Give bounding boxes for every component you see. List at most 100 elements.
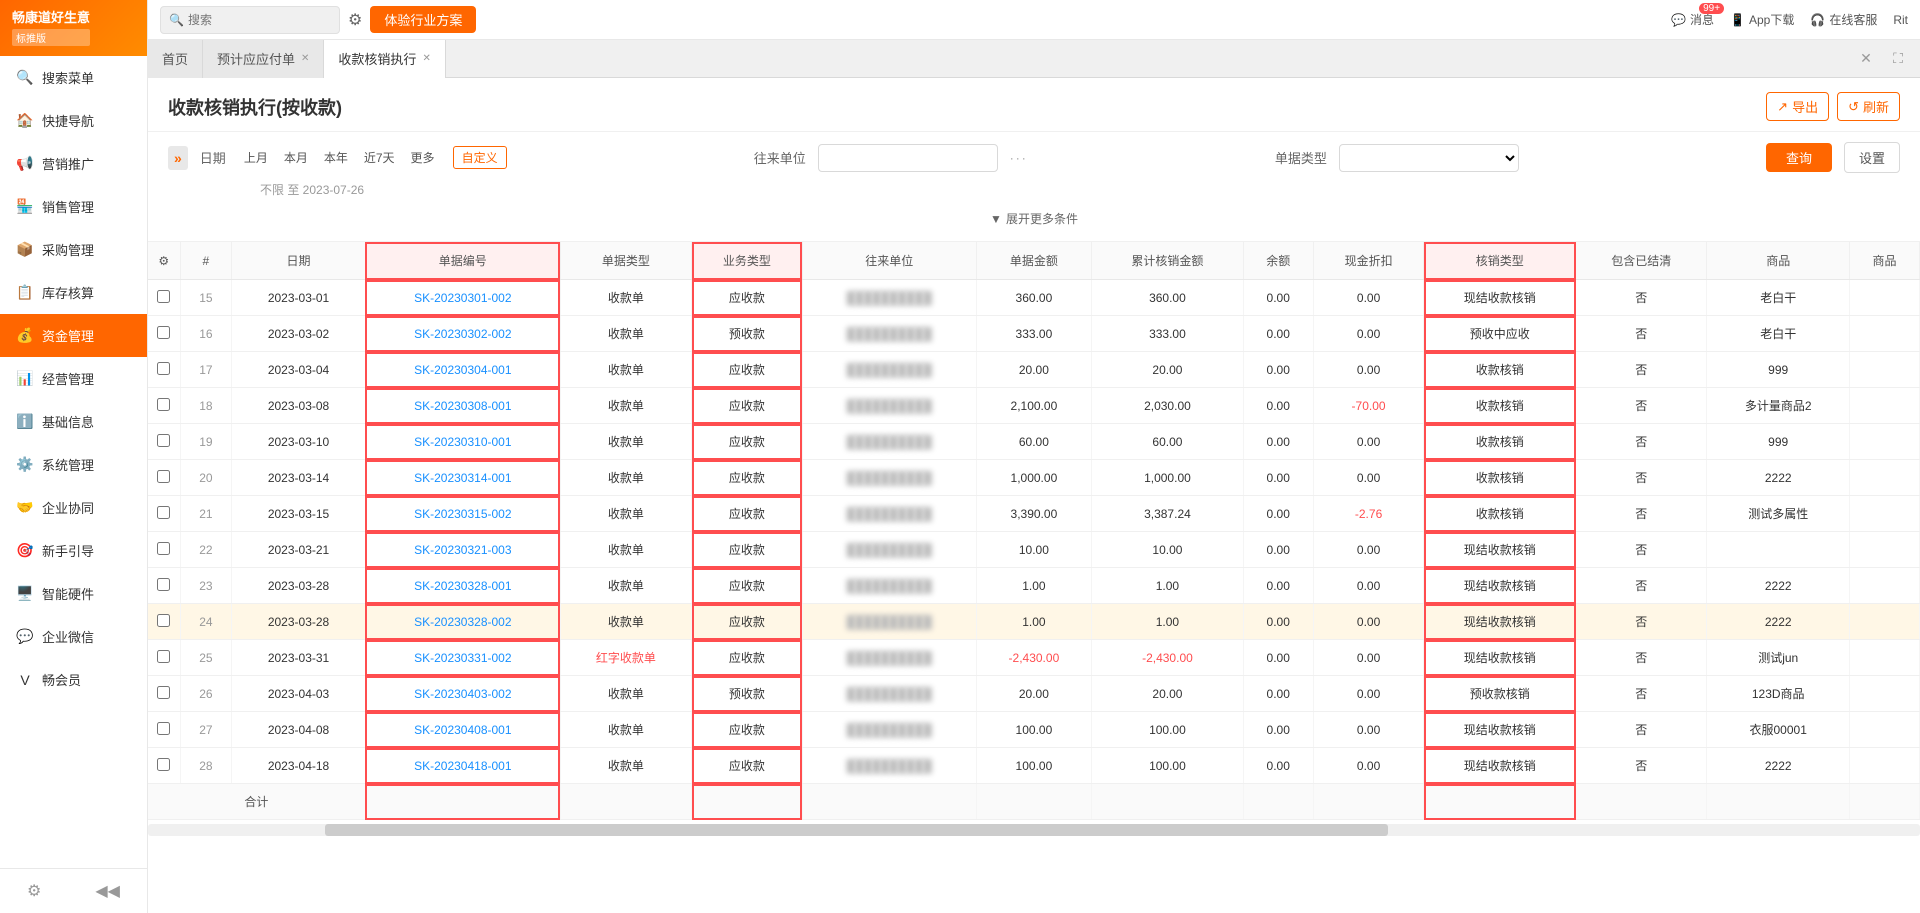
sidebar-item-quick-nav[interactable]: 🏠快捷导航 xyxy=(0,99,147,142)
tab-prepaid-label: 预计应应付单 xyxy=(217,49,295,68)
sidebar-item-purchase[interactable]: 📦采购管理 xyxy=(0,228,147,271)
td-checkbox[interactable] xyxy=(148,604,180,640)
sidebar-item-member[interactable]: V畅会员 xyxy=(0,658,147,701)
sidebar-settings-icon[interactable]: ⚙ xyxy=(19,877,49,905)
tab-collection-close[interactable]: ✕ xyxy=(422,53,430,64)
td-checkbox[interactable] xyxy=(148,388,180,424)
td-total-write-off: 1.00 xyxy=(1092,604,1244,640)
sidebar-item-wechat[interactable]: 💬企业微信 xyxy=(0,615,147,658)
bill-no-link[interactable]: SK-20230403-002 xyxy=(414,687,511,701)
tab-prepaid-close[interactable]: ✕ xyxy=(301,53,309,64)
td-checkbox[interactable] xyxy=(148,676,180,712)
sidebar-item-sales[interactable]: 🏪销售管理 xyxy=(0,185,147,228)
filter-partner-input[interactable] xyxy=(818,144,998,172)
bill-no-link[interactable]: SK-20230408-001 xyxy=(414,723,511,737)
inventory-icon: 📋 xyxy=(16,284,34,301)
td-bill-type: 收款单 xyxy=(560,712,691,748)
bill-no-link[interactable]: SK-20230315-002 xyxy=(414,507,511,521)
td-goods2 xyxy=(1850,352,1920,388)
td-checkbox[interactable] xyxy=(148,424,180,460)
sidebar-item-system[interactable]: ⚙️系统管理 xyxy=(0,443,147,486)
td-write-off-type: 现结收款核销 xyxy=(1424,532,1576,568)
online-service-button[interactable]: 🎧 在线客服 xyxy=(1810,11,1877,28)
export-button[interactable]: ↗ 导出 xyxy=(1766,92,1829,121)
td-checkbox[interactable] xyxy=(148,496,180,532)
filter-this-month[interactable]: 本月 xyxy=(278,147,314,168)
td-checkbox[interactable] xyxy=(148,712,180,748)
sidebar-collapse-icon[interactable]: ◀◀ xyxy=(87,877,128,905)
filter-7days[interactable]: 近7天 xyxy=(358,147,401,168)
sidebar-item-hardware[interactable]: 🖥️智能硬件 xyxy=(0,572,147,615)
app-download-button[interactable]: 📱 App下载 xyxy=(1730,11,1794,28)
bill-no-link[interactable]: SK-20230308-001 xyxy=(414,399,511,413)
sidebar-item-guide[interactable]: 🎯新手引导 xyxy=(0,529,147,572)
sidebar-item-operation[interactable]: 📊经营管理 xyxy=(0,357,147,400)
bill-no-link[interactable]: SK-20230310-001 xyxy=(414,435,511,449)
td-index: 26 xyxy=(180,676,232,712)
td-checkbox[interactable] xyxy=(148,748,180,784)
td-checkbox[interactable] xyxy=(148,640,180,676)
filter-this-year[interactable]: 本年 xyxy=(318,147,354,168)
filter-setting-button[interactable]: 设置 xyxy=(1844,142,1900,173)
td-date: 2023-03-02 xyxy=(232,316,366,352)
td-checkbox[interactable] xyxy=(148,460,180,496)
table-row: 17 2023-03-04 SK-20230304-001 收款单 应收款 ██… xyxy=(148,352,1920,388)
message-button[interactable]: 💬 消息 99+ xyxy=(1671,11,1714,28)
filter-expand-more-button[interactable]: ▼ 展开更多条件 xyxy=(990,210,1078,227)
filter-more[interactable]: 更多 xyxy=(405,147,441,168)
bill-no-link[interactable]: SK-20230302-002 xyxy=(414,327,511,341)
td-checkbox[interactable] xyxy=(148,532,180,568)
tab-expand-icon[interactable]: ⛶ xyxy=(1884,45,1912,73)
bill-no-link[interactable]: SK-20230314-001 xyxy=(414,471,511,485)
filter-query-button[interactable]: 查询 xyxy=(1766,143,1832,172)
refresh-button[interactable]: ↺ 刷新 xyxy=(1837,92,1900,121)
tab-prepaid[interactable]: 预计应应付单 ✕ xyxy=(203,40,324,78)
bill-no-link[interactable]: SK-20230301-002 xyxy=(414,291,511,305)
gear-icon[interactable]: ⚙ xyxy=(348,10,362,30)
td-goods: 2222 xyxy=(1707,604,1850,640)
td-date: 2023-03-28 xyxy=(232,568,366,604)
td-partner: ██████████ xyxy=(802,640,976,676)
td-checkbox[interactable] xyxy=(148,316,180,352)
sidebar-item-inventory[interactable]: 📋库存核算 xyxy=(0,271,147,314)
td-checkbox[interactable] xyxy=(148,352,180,388)
td-date: 2023-03-28 xyxy=(232,604,366,640)
search-input[interactable] xyxy=(188,13,308,27)
td-bill-amount: 1,000.00 xyxy=(976,460,1091,496)
topbar-search-box[interactable]: 🔍 xyxy=(160,6,340,34)
finance-icon: 💰 xyxy=(16,327,34,344)
td-write-off-type: 收款核销 xyxy=(1424,388,1576,424)
td-checkbox[interactable] xyxy=(148,280,180,316)
sidebar-item-corp[interactable]: 🤝企业协同 xyxy=(0,486,147,529)
td-write-off-type: 收款核销 xyxy=(1424,352,1576,388)
filter-custom-button[interactable]: 自定义 xyxy=(453,146,507,169)
td-bill-amount: 20.00 xyxy=(976,676,1091,712)
td-checkbox[interactable] xyxy=(148,568,180,604)
tab-collection[interactable]: 收款核销执行 ✕ xyxy=(324,40,445,78)
sidebar-item-search-menu[interactable]: 🔍搜索菜单 xyxy=(0,56,147,99)
sales-icon: 🏪 xyxy=(16,198,34,215)
filter-bill-type-select[interactable] xyxy=(1339,144,1519,172)
filter-expand-button[interactable]: » xyxy=(168,146,188,170)
th-gear[interactable]: ⚙ xyxy=(148,242,180,280)
td-bill-type: 收款单 xyxy=(560,316,691,352)
bill-no-link[interactable]: SK-20230331-002 xyxy=(414,651,511,665)
filter-last-month[interactable]: 上月 xyxy=(238,147,274,168)
user-name[interactable]: Rit xyxy=(1893,13,1908,27)
bill-no-link[interactable]: SK-20230328-001 xyxy=(414,579,511,593)
bill-no-link[interactable]: SK-20230328-002 xyxy=(414,615,511,629)
bill-no-link[interactable]: SK-20230418-001 xyxy=(414,759,511,773)
sidebar-item-finance[interactable]: 💰资金管理 xyxy=(0,314,147,357)
td-date: 2023-03-04 xyxy=(232,352,366,388)
sidebar-item-basic[interactable]: ℹ️基础信息 xyxy=(0,400,147,443)
filter-row-1: » 日期 上月 本月 本年 近7天 更多 自定义 往来单位 ··· 单 xyxy=(168,142,1900,173)
bill-no-link[interactable]: SK-20230321-003 xyxy=(414,543,511,557)
td-cash-discount: 0.00 xyxy=(1313,748,1424,784)
solution-button[interactable]: 体验行业方案 xyxy=(370,6,476,33)
sidebar-item-marketing[interactable]: 📢营销推广 xyxy=(0,142,147,185)
hardware-icon: 🖥️ xyxy=(16,585,34,602)
tab-close-all-icon[interactable]: ✕ xyxy=(1852,45,1880,73)
tab-home[interactable]: 首页 xyxy=(148,40,203,78)
td-bill-no: SK-20230328-002 xyxy=(365,604,560,640)
bill-no-link[interactable]: SK-20230304-001 xyxy=(414,363,511,377)
